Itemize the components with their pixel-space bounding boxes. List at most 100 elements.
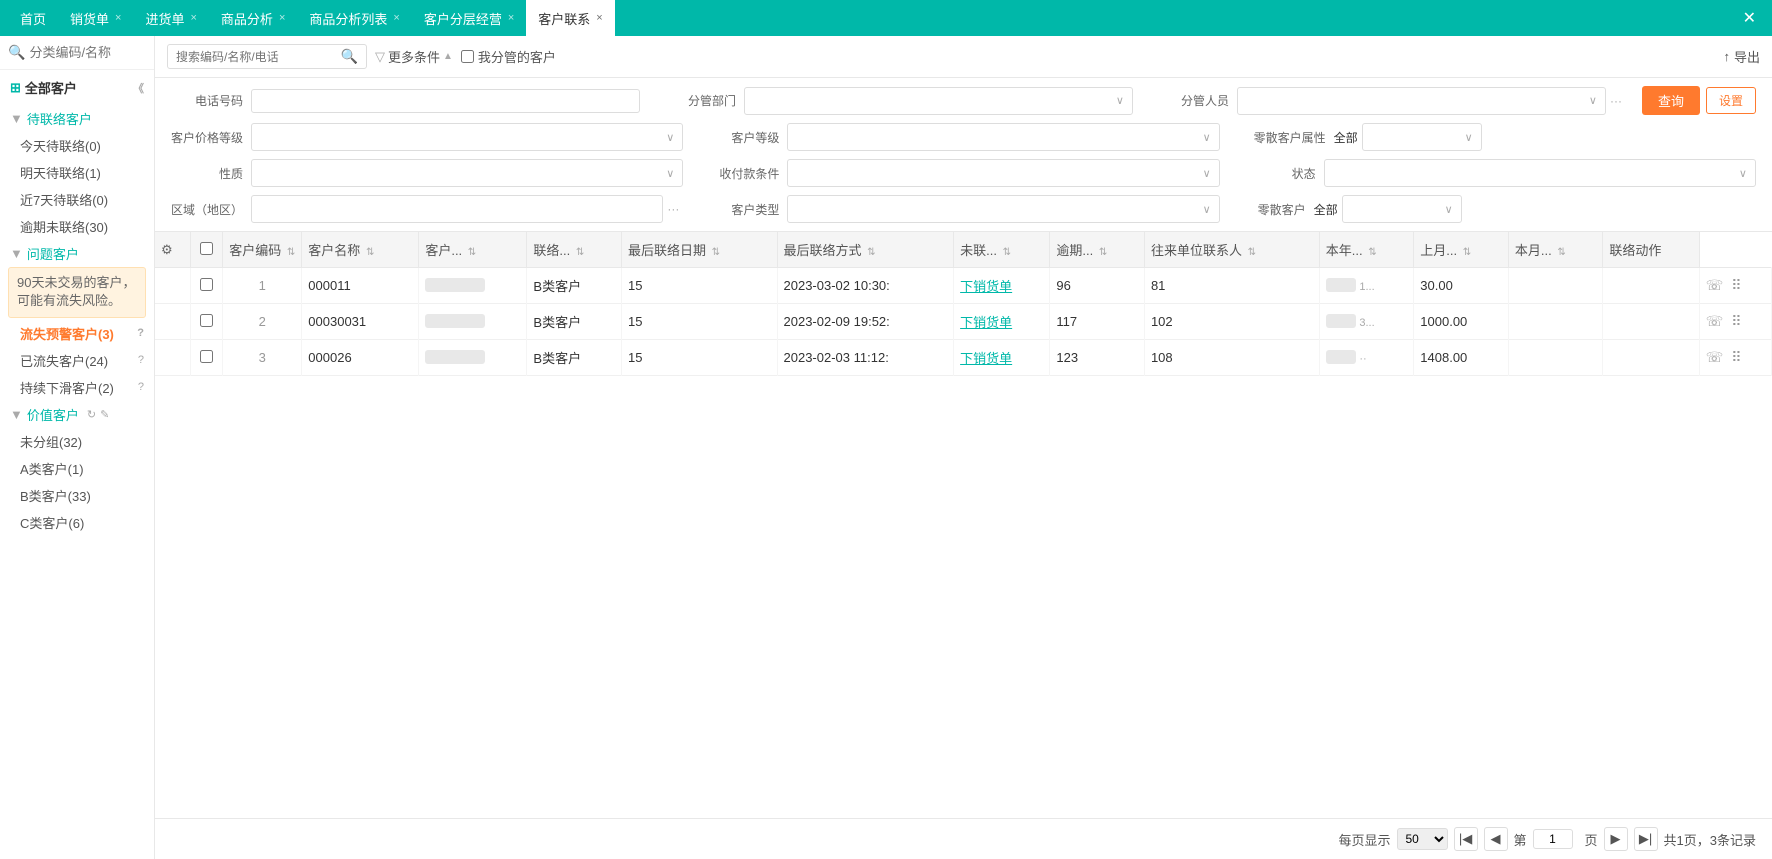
row-settings-0 <box>155 268 191 304</box>
search-button-icon[interactable]: 🔍 <box>341 48 358 65</box>
row-method-link-2[interactable]: 下销货单 <box>960 351 1012 366</box>
filter-dept-select[interactable]: ∨ <box>744 87 1133 115</box>
query-button[interactable]: 查询 <box>1642 86 1700 115</box>
sidebar-section-pending[interactable]: ▼ 待联络客户 <box>0 105 154 132</box>
row-checkbox-1[interactable] <box>200 314 213 327</box>
filter-cust-tier-select[interactable]: ∨ <box>787 123 1219 151</box>
filter-phone-input[interactable] <box>251 89 640 113</box>
filter-casual-attr-label: 零散客户属性 <box>1244 129 1334 146</box>
sidebar-section-value[interactable]: ▼ 价值客户 ↻ ✎ <box>0 401 154 428</box>
sidebar-item-a-class[interactable]: A类客户(1) <box>0 455 154 482</box>
nav-customer-tier-close[interactable]: × <box>508 12 514 24</box>
row-checkbox-0[interactable] <box>200 278 213 291</box>
col-code[interactable]: 客户编码 ⇅ <box>223 232 302 268</box>
filter-region-more[interactable]: ··· <box>663 202 683 216</box>
col-last-month[interactable]: 上月... ⇅ <box>1414 232 1509 268</box>
row-overdue-2: 108 <box>1144 340 1319 376</box>
row-type-1: B类客户 <box>527 304 622 340</box>
sidebar-item-churned[interactable]: 已流失客户(24) ? <box>0 347 154 374</box>
nav-analysis-close[interactable]: × <box>279 12 285 24</box>
col-this-month[interactable]: 本月... ⇅ <box>1508 232 1603 268</box>
first-page-button[interactable]: |◀ <box>1454 827 1478 851</box>
filter-price-tier-label: 客户价格等级 <box>171 129 251 146</box>
filter-casual-attr-select[interactable]: ∨ <box>1362 123 1482 151</box>
sidebar-section-problem[interactable]: ▼ 问题客户 <box>0 240 154 267</box>
table-select-all[interactable] <box>200 242 213 255</box>
sidebar-item-ungrouped[interactable]: 未分组(32) <box>0 428 154 455</box>
sidebar-item-7days[interactable]: 近7天待联络(0) <box>0 186 154 213</box>
nav-purchase-close[interactable]: × <box>190 12 196 24</box>
sidebar-item-declining[interactable]: 持续下滑客户(2) ? <box>0 374 154 401</box>
filter-casual-attr-field: 零散客户属性 全部 ∨ <box>1244 123 1756 151</box>
export-button[interactable]: ↑ 导出 <box>1723 47 1760 66</box>
filter-casual-select[interactable]: ∨ <box>1342 195 1462 223</box>
col-name[interactable]: 客户名称 ⇅ <box>302 232 419 268</box>
row-action-more-1[interactable]: ⠿ <box>1731 313 1741 330</box>
row-action-contact-2[interactable]: ☏ <box>1706 349 1724 366</box>
nav-analysis-list[interactable]: 商品分析列表 × <box>297 0 411 36</box>
filter-nature-select[interactable]: ∨ <box>251 159 683 187</box>
col-type[interactable]: 客户... ⇅ <box>419 232 527 268</box>
col-this-year[interactable]: 本年... ⇅ <box>1319 232 1414 268</box>
more-conditions-button[interactable]: ▽ 更多条件 ▲ <box>375 47 453 66</box>
col-contact-person[interactable]: 往来单位联系人 ⇅ <box>1144 232 1319 268</box>
prev-page-button[interactable]: ◀ <box>1484 827 1508 851</box>
table-settings-col[interactable]: ⚙ <box>155 232 191 268</box>
nav-sales[interactable]: 销货单 × <box>58 0 133 36</box>
row-action-contact-1[interactable]: ☏ <box>1706 313 1724 330</box>
nav-home[interactable]: 首页 <box>8 0 58 36</box>
col-last-date[interactable]: 最后联络日期 ⇅ <box>621 232 777 268</box>
nav-customer-contact-close[interactable]: × <box>596 12 602 24</box>
filter-region-field: 区域（地区） ··· <box>171 195 683 223</box>
filter-manager-label: 分管人员 <box>1157 92 1237 109</box>
sidebar-all-customers[interactable]: ⊞ 全部客户 《 <box>0 70 154 105</box>
sidebar-search-input[interactable] <box>29 45 146 60</box>
refresh-icon[interactable]: ↻ <box>87 408 96 421</box>
window-close-button[interactable]: ✕ <box>1735 8 1764 28</box>
filter-manager-select[interactable]: ∨ <box>1237 87 1606 115</box>
sidebar-item-b-class[interactable]: B类客户(33) <box>0 482 154 509</box>
my-customers-checkbox[interactable] <box>461 50 474 63</box>
sidebar-item-churn-risk[interactable]: 流失预警客户(3) ? <box>0 320 154 347</box>
sidebar-item-c-class[interactable]: C类客户(6) <box>0 509 154 536</box>
help-icon-churned[interactable]: ? <box>138 354 144 366</box>
last-page-button[interactable]: ▶| <box>1634 827 1658 851</box>
help-icon-declining[interactable]: ? <box>138 381 144 393</box>
filter-cust-type-select[interactable]: ∨ <box>787 195 1219 223</box>
filter-status-select[interactable]: ∨ <box>1324 159 1756 187</box>
row-method-link-1[interactable]: 下销货单 <box>960 315 1012 330</box>
sidebar-item-overdue[interactable]: 逾期未联络(30) <box>0 213 154 240</box>
nav-customer-contact[interactable]: 客户联系 × <box>526 0 614 36</box>
row-action-more-0[interactable]: ⠿ <box>1731 277 1741 294</box>
search-input[interactable] <box>176 50 337 64</box>
nav-analysis[interactable]: 商品分析 × <box>209 0 297 36</box>
col-last-method[interactable]: 最后联络方式 ⇅ <box>777 232 954 268</box>
edit-icon[interactable]: ✎ <box>100 408 109 421</box>
toolbar: 🔍 ▽ 更多条件 ▲ 我分管的客户 ↑ 导出 <box>155 36 1772 78</box>
col-not-contacted[interactable]: 未联... ⇅ <box>954 232 1050 268</box>
nav-purchase[interactable]: 进货单 × <box>133 0 208 36</box>
nav-sales-close[interactable]: × <box>115 12 121 24</box>
col-overdue[interactable]: 逾期... ⇅ <box>1050 232 1145 268</box>
nav-analysis-list-close[interactable]: × <box>393 12 399 24</box>
filter-manager-more[interactable]: ··· <box>1606 94 1626 108</box>
next-page-button[interactable]: ▶ <box>1604 827 1628 851</box>
nav-customer-tier[interactable]: 客户分层经营 × <box>412 0 526 36</box>
row-method-link-0[interactable]: 下销货单 <box>960 279 1012 294</box>
sidebar-collapse-icon[interactable]: 《 <box>133 80 144 96</box>
col-contact[interactable]: 联络... ⇅ <box>527 232 622 268</box>
help-icon-churn[interactable]: ? <box>137 327 144 339</box>
row-actions-0: ☏ ⠿ <box>1699 268 1771 304</box>
filter-region-select[interactable] <box>251 195 663 223</box>
per-page-select[interactable]: 50 100 <box>1397 828 1448 850</box>
settings-button[interactable]: 设置 <box>1706 87 1756 114</box>
sidebar-item-tomorrow[interactable]: 明天待联络(1) <box>0 159 154 186</box>
sidebar-item-today[interactable]: 今天待联络(0) <box>0 132 154 159</box>
row-overdue-0: 81 <box>1144 268 1319 304</box>
row-action-contact-0[interactable]: ☏ <box>1706 277 1724 294</box>
row-action-more-2[interactable]: ⠿ <box>1731 349 1741 366</box>
page-number-input[interactable] <box>1533 829 1573 849</box>
filter-payment-select[interactable]: ∨ <box>787 159 1219 187</box>
filter-price-tier-select[interactable]: ∨ <box>251 123 683 151</box>
row-checkbox-2[interactable] <box>200 350 213 363</box>
